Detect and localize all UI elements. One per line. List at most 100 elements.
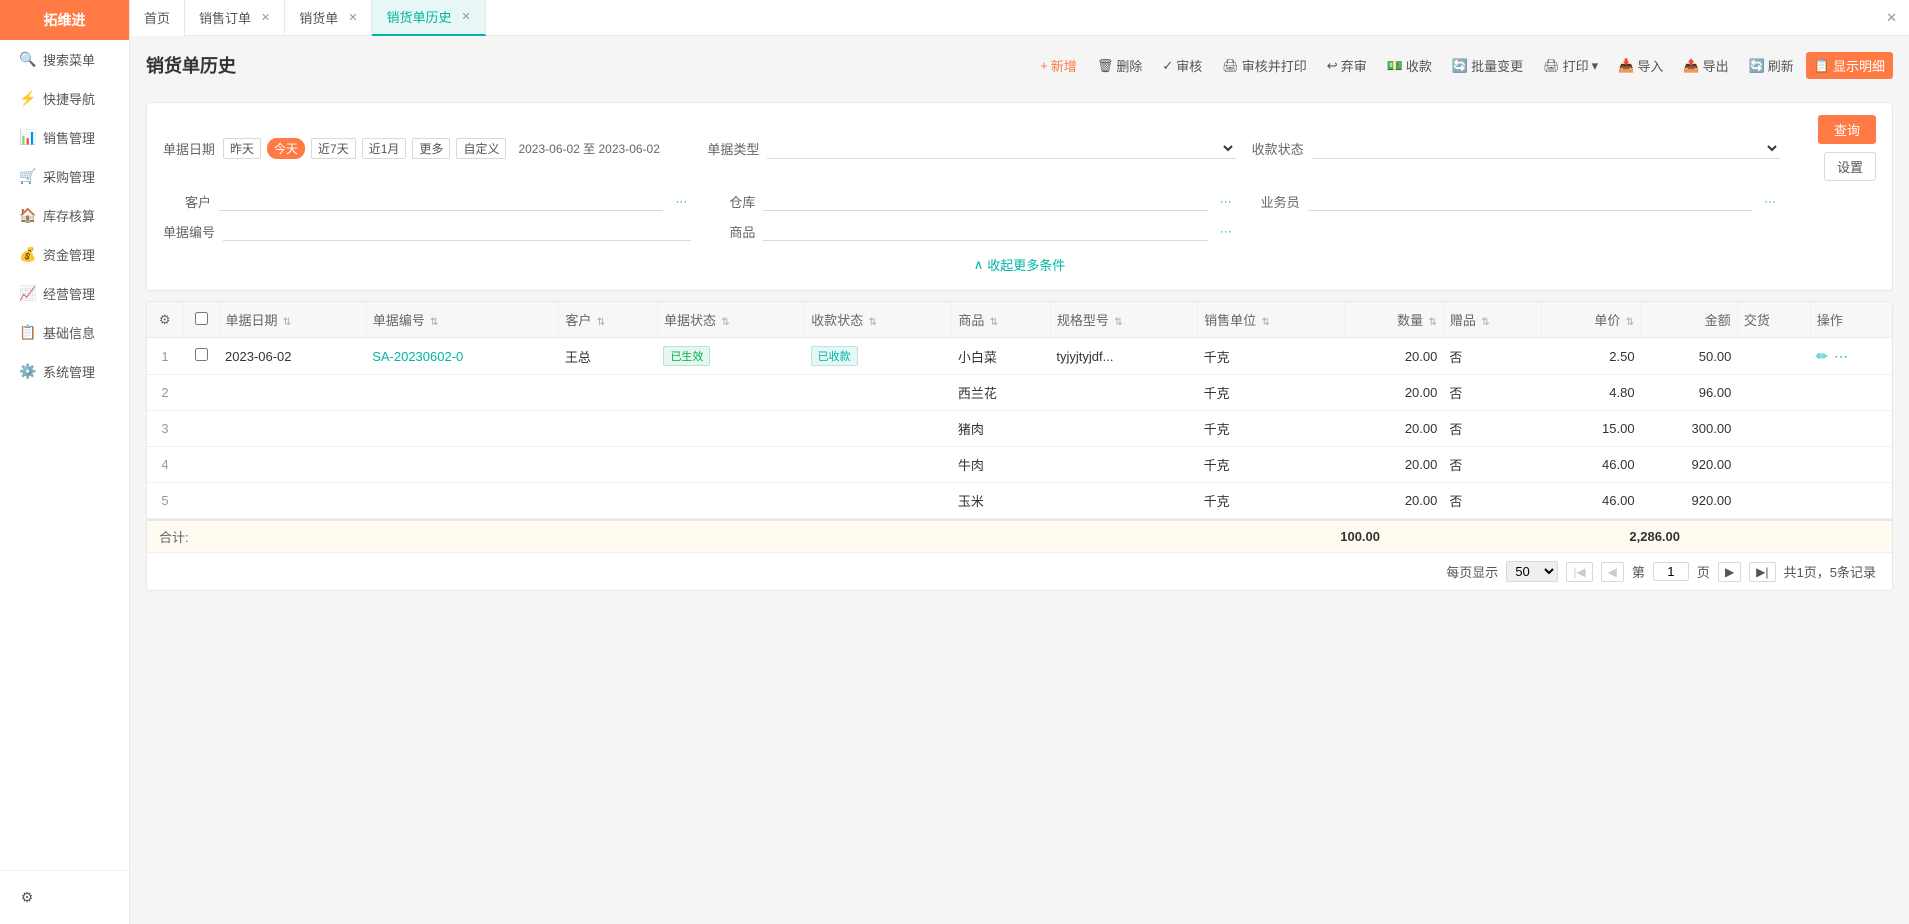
refresh-button[interactable]: 🔄 刷新 xyxy=(1741,52,1802,79)
sales-mgmt-icon: 📊 xyxy=(19,129,35,146)
tab-home-label: 首页 xyxy=(144,8,170,27)
col-collect-status[interactable]: 收款状态 ⇅ xyxy=(805,302,952,338)
date-7days-btn[interactable]: 近7天 xyxy=(311,138,356,159)
delete-button[interactable]: 🗑 删除 xyxy=(1089,52,1151,79)
doc-status-badge: 已生效 xyxy=(663,346,710,366)
page-next-btn[interactable]: ▶ xyxy=(1718,562,1741,582)
settings-button[interactable]: 设置 xyxy=(1824,152,1876,181)
tab-home[interactable]: 首页 xyxy=(130,0,185,36)
doctype-select[interactable] xyxy=(767,137,1235,159)
tab-sales-order[interactable]: 销售订单 ✕ xyxy=(185,0,285,36)
col-gift-label: 赠品 xyxy=(1450,313,1476,328)
tab-sales-delivery-close[interactable]: ✕ xyxy=(348,11,357,24)
tab-sales-history-close[interactable]: ✕ xyxy=(462,10,471,23)
sidebar-item-basic-info[interactable]: 📋 基础信息 xyxy=(0,313,129,352)
table-row[interactable]: 5 玉米 千克 20.00 否 46.00 920.00 xyxy=(147,483,1892,519)
warehouse-input[interactable] xyxy=(763,191,1207,211)
cell-doc-no[interactable] xyxy=(366,375,559,411)
collapse-conditions-btn[interactable]: ∧ 收起更多条件 xyxy=(163,251,1876,278)
col-settings[interactable]: ⚙ xyxy=(147,302,183,338)
col-unit[interactable]: 销售单位 ⇅ xyxy=(1198,302,1345,338)
date-more-btn[interactable]: 更多 xyxy=(412,138,450,159)
cell-checkbox[interactable] xyxy=(183,411,219,447)
more-icon[interactable]: ⋯ xyxy=(1834,348,1848,365)
page-last-btn[interactable]: ▶| xyxy=(1749,562,1775,582)
col-customer[interactable]: 客户 ⇅ xyxy=(559,302,658,338)
sidebar-bottom-item1[interactable]: ⚙ xyxy=(0,879,129,916)
sidebar-item-quick-nav[interactable]: ⚡ 快捷导航 xyxy=(0,79,129,118)
cell-doc-status xyxy=(657,411,804,447)
product-ellipsis[interactable]: ··· xyxy=(1216,224,1236,238)
page-size-select[interactable]: 50 100 xyxy=(1506,561,1558,582)
new-button[interactable]: + 新增 xyxy=(1032,52,1085,79)
customer-input[interactable] xyxy=(219,191,663,211)
col-spec[interactable]: 规格型号 ⇅ xyxy=(1050,302,1197,338)
col-qty-label: 数量 xyxy=(1397,313,1423,328)
table-settings-icon[interactable]: ⚙ xyxy=(159,312,171,327)
col-doc-status[interactable]: 单据状态 ⇅ xyxy=(657,302,804,338)
page-first-btn[interactable]: |◀ xyxy=(1566,562,1592,582)
date-today-btn[interactable]: 今天 xyxy=(267,138,305,159)
table-row[interactable]: 2 西兰花 千克 20.00 否 4.80 96.00 xyxy=(147,375,1892,411)
cell-checkbox[interactable] xyxy=(183,447,219,483)
product-input[interactable] xyxy=(763,221,1207,241)
collect-button[interactable]: 💵 收款 xyxy=(1379,52,1440,79)
cell-checkbox[interactable] xyxy=(183,375,219,411)
sidebar-item-sales-mgmt[interactable]: 📊 销售管理 xyxy=(0,118,129,157)
col-gift[interactable]: 赠品 ⇅ xyxy=(1443,302,1542,338)
select-all-checkbox[interactable] xyxy=(195,312,208,325)
sidebar-item-purchase-mgmt[interactable]: 🛒 采购管理 xyxy=(0,157,129,196)
new-button-label: 新增 xyxy=(1051,56,1077,75)
batch-change-button[interactable]: 🔄 批量变更 xyxy=(1444,52,1531,79)
tab-sales-delivery[interactable]: 销货单 ✕ xyxy=(285,0,372,36)
print-button[interactable]: 🖨 打印 ▾ xyxy=(1535,52,1606,79)
page-prev-btn[interactable]: ◀ xyxy=(1601,562,1624,582)
col-qty[interactable]: 数量 ⇅ xyxy=(1345,302,1444,338)
sidebar-item-system-mgmt[interactable]: ⚙️ 系统管理 xyxy=(0,352,129,391)
salesperson-ellipsis[interactable]: ··· xyxy=(1760,194,1780,208)
docno-input[interactable] xyxy=(223,221,691,241)
cell-doc-no[interactable] xyxy=(366,411,559,447)
customer-ellipsis[interactable]: ··· xyxy=(671,194,691,208)
print-dropdown-icon: ▾ xyxy=(1592,58,1599,74)
table-row[interactable]: 3 猪肉 千克 20.00 否 15.00 300.00 xyxy=(147,411,1892,447)
cell-doc-no[interactable]: SA-20230602-0 xyxy=(366,338,559,375)
sidebar-item-search-menu[interactable]: 🔍 搜索菜单 xyxy=(0,40,129,79)
date-1month-btn[interactable]: 近1月 xyxy=(362,138,407,159)
cell-doc-no[interactable] xyxy=(366,483,559,519)
table-row[interactable]: 4 牛肉 千克 20.00 否 46.00 920.00 xyxy=(147,447,1892,483)
audit-print-button[interactable]: 🖨 审核并打印 xyxy=(1214,52,1315,79)
sidebar-item-business-mgmt[interactable]: 📈 经营管理 xyxy=(0,274,129,313)
sidebar-item-finance-mgmt[interactable]: 💰 资金管理 xyxy=(0,235,129,274)
cell-doc-no[interactable] xyxy=(366,447,559,483)
filter-row-2: 客户 ··· 仓库 ··· 业务员 ··· xyxy=(163,191,1876,211)
cell-checkbox[interactable] xyxy=(183,338,219,375)
warehouse-ellipsis[interactable]: ··· xyxy=(1216,194,1236,208)
row-checkbox[interactable] xyxy=(195,348,208,361)
collect-status-select[interactable] xyxy=(1312,137,1780,159)
cell-spec: tyjyjtyjdf... xyxy=(1050,338,1197,375)
salesperson-input[interactable] xyxy=(1308,191,1752,211)
col-product[interactable]: 商品 ⇅ xyxy=(952,302,1051,338)
tab-bar-global-close[interactable]: ✕ xyxy=(1874,10,1909,26)
date-custom-btn[interactable]: 自定义 xyxy=(456,138,506,159)
col-doc-no[interactable]: 单据编号 ⇅ xyxy=(366,302,559,338)
export-button[interactable]: 📤 导出 xyxy=(1675,52,1736,79)
show-detail-button[interactable]: 📋 显示明细 xyxy=(1806,52,1893,79)
audit-button[interactable]: ✓ 审核 xyxy=(1154,52,1210,79)
col-unit-price[interactable]: 单价 ⇅ xyxy=(1542,302,1641,338)
date-yesterday-btn[interactable]: 昨天 xyxy=(223,138,261,159)
doc-no-link[interactable]: SA-20230602-0 xyxy=(372,349,463,364)
cell-checkbox[interactable] xyxy=(183,483,219,519)
edit-icon[interactable]: ✏ xyxy=(1816,348,1828,365)
query-button[interactable]: 查询 xyxy=(1818,115,1876,144)
tab-sales-history[interactable]: 销货单历史 ✕ xyxy=(372,0,485,36)
tab-sales-order-close[interactable]: ✕ xyxy=(261,11,270,24)
cell-gift: 否 xyxy=(1443,411,1542,447)
page-number-input[interactable] xyxy=(1653,562,1689,581)
table-row[interactable]: 1 2023-06-02 SA-20230602-0 王总 已生效 已收款 小白… xyxy=(147,338,1892,375)
col-doc-date[interactable]: 单据日期 ⇅ xyxy=(219,302,366,338)
sidebar-item-inventory[interactable]: 🏠 库存核算 xyxy=(0,196,129,235)
import-button[interactable]: 📥 导入 xyxy=(1610,52,1671,79)
abandon-button[interactable]: ↩ 弃审 xyxy=(1319,52,1375,79)
